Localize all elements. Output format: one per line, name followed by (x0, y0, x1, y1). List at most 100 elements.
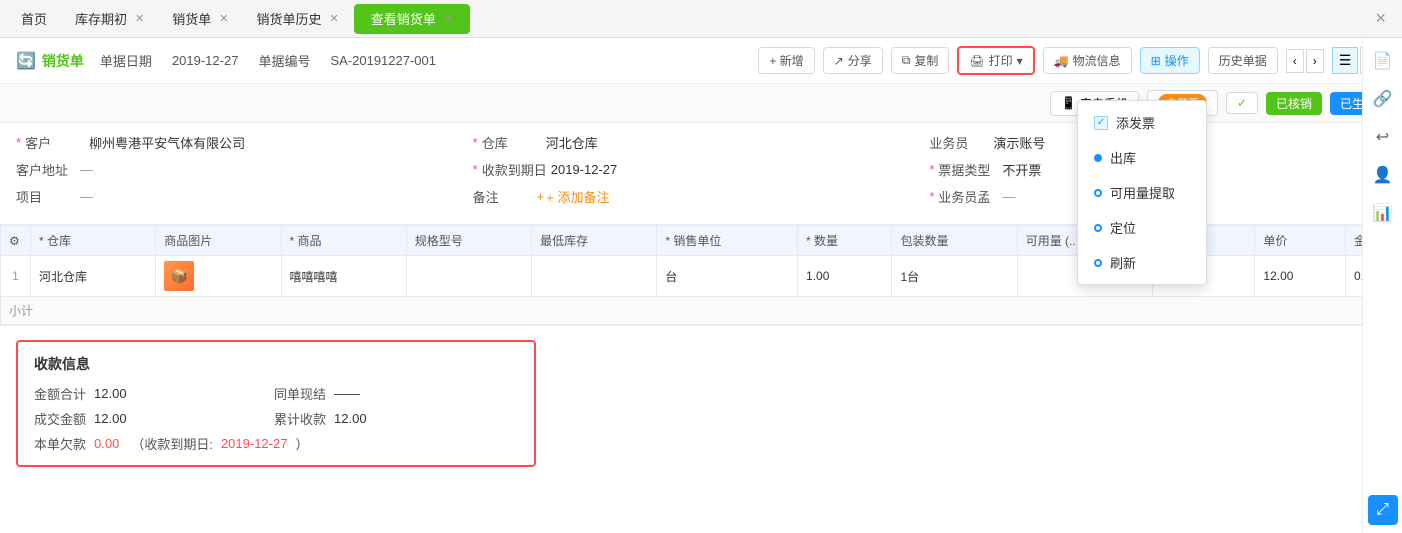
ticket-type-label: 票据类型 (938, 160, 998, 179)
project-label: 项目 (16, 187, 76, 206)
warehouse-value: 河北仓库 (546, 133, 598, 152)
tab-home[interactable]: 首页 (8, 4, 60, 34)
product-image: 📦 (164, 261, 194, 291)
owe-item: 本单欠款 0.00 （收款到期日: 2019-12-27 ） (34, 434, 434, 453)
sidebar-icon-user[interactable]: 👤 (1368, 160, 1398, 190)
subtotal-row: 小计 (1, 297, 1402, 325)
payment-row-2: 成交金额 12.00 累计收款 12.00 (34, 409, 518, 428)
tab-sales-order-label: 销货单 (172, 9, 211, 28)
doc-title-area: 🔄 销货单 (16, 51, 84, 71)
status-verified: 已核销 (1266, 92, 1322, 115)
check-icon-button[interactable]: ✓ (1226, 92, 1258, 114)
owe-value: 0.00 (94, 436, 119, 451)
tab-sales-history-close[interactable]: ✕ (330, 12, 339, 25)
total-amount-value: 12.00 (94, 386, 127, 401)
tab-inventory-init-close[interactable]: ✕ (135, 12, 144, 25)
toolbar: + 新增 ↗ 分享 ⧉ 复制 🖨 打印 ▾ 🚚 物流信息 (758, 46, 1386, 75)
available-qty-radio (1094, 189, 1102, 197)
logistics-button[interactable]: 🚚 物流信息 (1043, 47, 1132, 74)
project-field: 项目 — (16, 187, 473, 206)
row-image: 📦 (156, 256, 281, 297)
sidebar-icon-doc[interactable]: 📄 (1368, 46, 1398, 76)
doc-icon: 🔄 (16, 51, 36, 71)
nav-arrows: ‹ › (1286, 49, 1324, 73)
row-price: 12.00 (1255, 256, 1346, 297)
warehouse-label: 仓库 (482, 133, 542, 152)
address-label: 客户地址 (16, 160, 76, 179)
doc-date-label: 单据日期 (100, 51, 152, 70)
locate-label: 定位 (1110, 218, 1136, 237)
col-pack-qty: 包装数量 (892, 226, 1017, 256)
sidebar-icon-link[interactable]: 🔗 (1368, 84, 1398, 114)
row-model (406, 256, 531, 297)
salesperson-label: 业务员 (929, 133, 989, 152)
payment-section: 收款信息 金额合计 12.00 同单现结 —— (0, 326, 1402, 481)
tab-sales-history[interactable]: 销货单历史 ✕ (243, 4, 351, 34)
outbound-radio (1094, 154, 1102, 162)
sidebar-icon-chart[interactable]: 📊 (1368, 198, 1398, 228)
prev-button[interactable]: ‹ (1286, 49, 1304, 73)
tab-inventory-init[interactable]: 库存期初 ✕ (62, 4, 157, 34)
col-settings[interactable]: ⚙ (1, 226, 31, 256)
tab-inventory-init-label: 库存期初 (75, 9, 127, 28)
share-button[interactable]: ↗ 分享 (823, 47, 883, 74)
locate-radio (1094, 224, 1102, 232)
dropdown-item-refresh[interactable]: 刷新 (1078, 245, 1206, 280)
refresh-radio (1094, 259, 1102, 267)
same-order-label: 同单现结 (274, 384, 326, 403)
row-warehouse: 河北仓库 (31, 256, 156, 297)
plus-icon: + (537, 189, 545, 204)
check-icon: ✓ (1237, 96, 1247, 110)
total-amount-label: 金额合计 (34, 384, 86, 403)
window-close-button[interactable]: × (1367, 8, 1394, 29)
deal-amount-value: 12.00 (94, 411, 127, 426)
payment-date-value: 2019-12-27 (551, 162, 618, 177)
customer-value: 柳州粤港平安气体有限公司 (89, 133, 245, 152)
subtotal-label: 小计 (1, 297, 1402, 325)
owe-close-paren: ） (295, 434, 308, 453)
operation-button[interactable]: ⊞ 操作 (1140, 47, 1200, 74)
row-qty: 1.00 (798, 256, 892, 297)
copy-icon: ⧉ (902, 53, 911, 68)
history-button[interactable]: 历史单据 (1208, 47, 1278, 74)
tab-view-sales[interactable]: 查看销货单 ✕ (354, 4, 470, 34)
operation-dropdown: ✓ 添发票 出库 可用量提取 定位 刷新 (1077, 100, 1207, 285)
cumulative-item: 累计收款 12.00 (274, 409, 474, 428)
dropdown-item-available-qty[interactable]: 可用量提取 (1078, 175, 1206, 210)
add-note-button[interactable]: + + 添加备注 (537, 187, 610, 206)
dropdown-item-add-invoice[interactable]: ✓ 添发票 (1078, 105, 1206, 140)
row-min-stock (532, 256, 657, 297)
note-field: 备注 + + 添加备注 (473, 187, 930, 206)
deal-amount-item: 成交金额 12.00 (34, 409, 234, 428)
payment-rows: 金额合计 12.00 同单现结 —— 成交金额 12.00 (34, 384, 518, 453)
salesperson-value: 演示账号 (993, 133, 1045, 152)
salesperson2-value: — (1002, 189, 1015, 204)
sidebar-icon-undo[interactable]: ↩ (1368, 122, 1398, 152)
copy-button[interactable]: ⧉ 复制 (891, 47, 950, 74)
tab-view-sales-close[interactable]: ✕ (444, 12, 453, 25)
payment-row-1: 金额合计 12.00 同单现结 —— (34, 384, 518, 403)
row-pack-qty: 1台 (892, 256, 1017, 297)
customer-label: 客户 (25, 133, 85, 152)
next-button[interactable]: › (1306, 49, 1324, 73)
cumulative-label: 累计收款 (274, 409, 326, 428)
payment-row-3: 本单欠款 0.00 （收款到期日: 2019-12-27 ） (34, 434, 518, 453)
sidebar-icon-expand[interactable]: ⤢ (1368, 495, 1398, 525)
tab-sales-order[interactable]: 销货单 ✕ (159, 4, 241, 34)
tab-sales-order-close[interactable]: ✕ (219, 12, 228, 25)
col-warehouse: * 仓库 (31, 226, 156, 256)
doc-title-text: 销货单 (42, 51, 84, 71)
dropdown-item-locate[interactable]: 定位 (1078, 210, 1206, 245)
tab-bar: 首页 库存期初 ✕ 销货单 ✕ 销货单历史 ✕ 查看销货单 ✕ × (0, 0, 1402, 38)
print-button[interactable]: 🖨 打印 ▾ (957, 46, 1034, 75)
address-field: 客户地址 — (16, 160, 473, 179)
new-button[interactable]: + 新增 (758, 47, 814, 74)
dropdown-item-outbound[interactable]: 出库 (1078, 140, 1206, 175)
salesperson2-label: 业务员孟 (938, 187, 998, 206)
address-value: — (80, 162, 93, 177)
tab-view-sales-label: 查看销货单 (371, 9, 436, 28)
list-view-button[interactable]: ☰ (1332, 47, 1359, 74)
customer-field: * 客户 柳州粤港平安气体有限公司 (16, 133, 473, 152)
note-label: 备注 (473, 187, 533, 206)
add-invoice-checkbox: ✓ (1094, 116, 1108, 130)
